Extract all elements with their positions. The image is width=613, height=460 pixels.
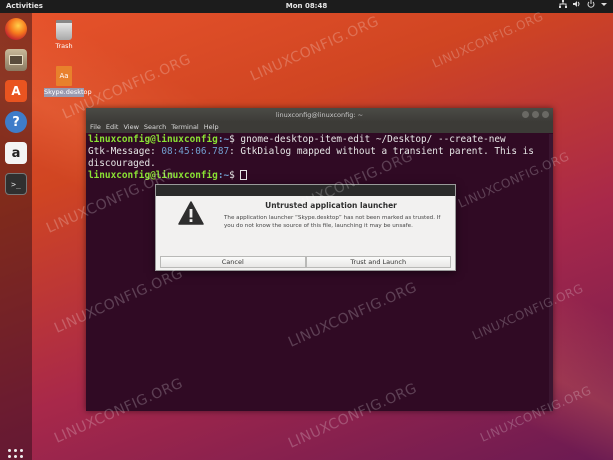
power-icon (587, 0, 595, 8)
menu-search[interactable]: Search (144, 122, 166, 133)
prompt-symbol: $ (229, 170, 241, 181)
message-text: : GtkDialog mapped without a transient p… (229, 146, 534, 157)
files-icon[interactable] (5, 49, 27, 71)
software-center-icon[interactable]: A (5, 80, 27, 102)
menu-terminal[interactable]: Terminal (171, 122, 198, 133)
skype-file-label: Skype.desktop (44, 88, 92, 98)
minimize-button[interactable] (522, 111, 529, 118)
gtk-message-label: Gtk-Message: (88, 146, 162, 157)
menu-edit[interactable]: Edit (106, 122, 119, 133)
clock[interactable]: Mon 08:48 (0, 0, 613, 13)
terminal-icon[interactable]: >_ (5, 173, 27, 195)
command-text: gnome-desktop-item-edit ~/Desktop/ --cre… (240, 134, 506, 145)
text-file-icon: Aa (56, 66, 72, 86)
prompt-path: :~ (217, 170, 230, 181)
terminal-scrollbar[interactable] (549, 134, 553, 411)
menu-view[interactable]: View (123, 122, 138, 133)
volume-icon (573, 1, 580, 7)
prompt-user: linuxconfig@linuxconfig (88, 134, 218, 145)
help-icon[interactable]: ? (5, 111, 27, 133)
network-icon (559, 0, 567, 8)
terminal-line: linuxconfig@linuxconfig:~$ gnome-desktop… (88, 134, 550, 146)
message-timestamp: 08:45:06.787 (161, 146, 230, 157)
drawer-shape (9, 55, 23, 65)
prompt-symbol: $ (229, 134, 241, 145)
terminal-line: discouraged. (88, 158, 550, 170)
terminal-cursor (240, 170, 248, 180)
skype-desktop-file[interactable]: Aa Skype.desktop (44, 66, 92, 98)
terminal-line: Gtk-Message: 08:45:06.787: GtkDialog map… (88, 146, 550, 158)
prompt-path: :~ (217, 134, 230, 145)
dock: A ? a >_ (0, 13, 32, 460)
terminal-menubar: File Edit View Search Terminal Help (86, 122, 553, 133)
terminal-title: linuxconfig@linuxconfig: ~ (275, 111, 364, 119)
message-text-continued: discouraged. (88, 158, 156, 169)
system-tray[interactable] (559, 0, 607, 8)
dropdown-icon (601, 3, 607, 6)
terminal-titlebar[interactable]: linuxconfig@linuxconfig: ~ (86, 108, 553, 122)
dialog-body: The application launcher “Skype.desktop”… (224, 215, 441, 229)
show-applications-icon[interactable] (8, 449, 24, 460)
maximize-button[interactable] (532, 111, 539, 118)
dialog-title: Untrusted application launcher (265, 201, 397, 210)
close-button[interactable] (542, 111, 549, 118)
trash-label: Trash (55, 42, 73, 50)
menu-file[interactable]: File (90, 122, 101, 133)
top-bar: Activities Mon 08:48 (0, 0, 613, 13)
menu-help[interactable]: Help (204, 122, 219, 133)
warning-icon (178, 201, 204, 225)
trust-and-launch-button[interactable]: Trust and Launch (305, 256, 451, 268)
firefox-icon[interactable] (5, 18, 27, 40)
cancel-button[interactable]: Cancel (160, 256, 306, 268)
amazon-icon[interactable]: a (5, 142, 27, 164)
trash-icon (56, 20, 72, 40)
trash-desktop-icon[interactable]: Trash (44, 20, 84, 50)
dialog-buttons: Cancel Trust and Launch (160, 256, 451, 268)
window-controls (522, 111, 549, 118)
